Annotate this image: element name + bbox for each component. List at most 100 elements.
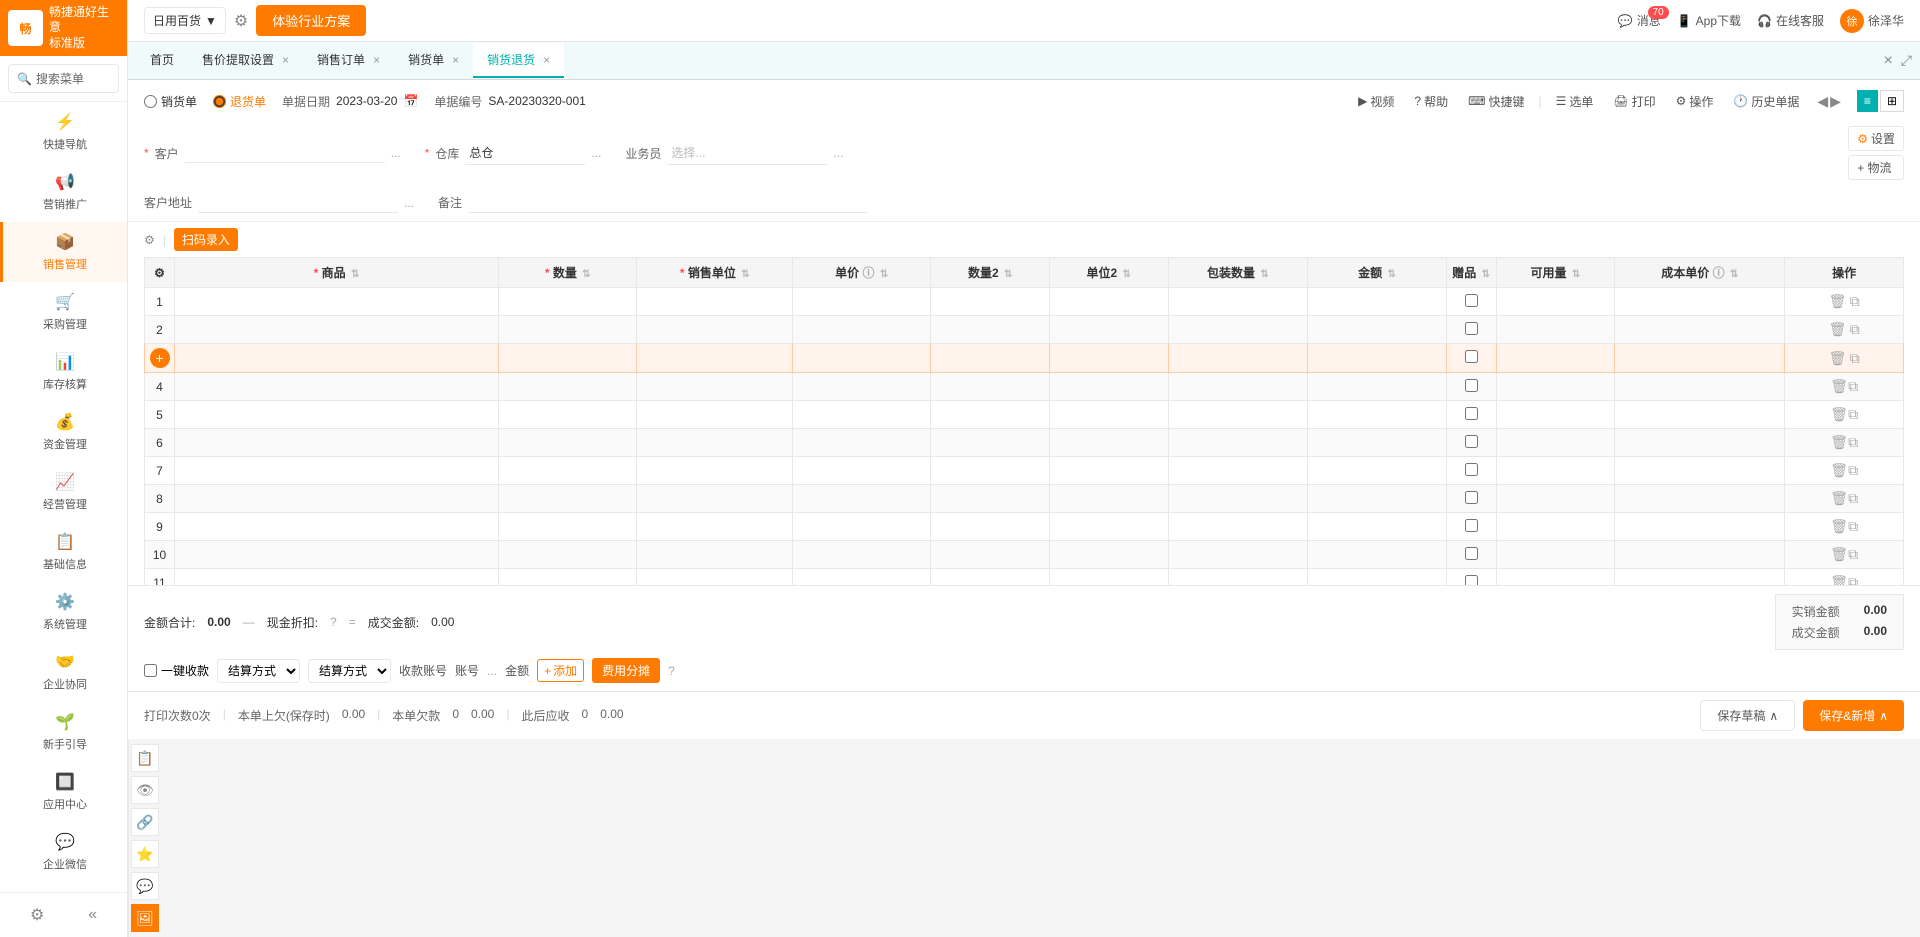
row-unit-1[interactable] — [637, 288, 793, 316]
right-panel-btn-2[interactable]: 👁 — [131, 776, 159, 804]
copy-row-6[interactable]: ⧉ — [1848, 434, 1858, 450]
tab-sales-delivery[interactable]: 销货单 × — [394, 43, 473, 78]
settlement-method-select[interactable]: 结算方式 — [217, 659, 300, 683]
tab-sales-order[interactable]: 销售订单 × — [303, 43, 394, 78]
sidebar-item-app-center[interactable]: 🔲 应用中心 — [0, 762, 127, 822]
row-pkg-1[interactable] — [1168, 288, 1308, 316]
gift-checkbox-3[interactable] — [1465, 350, 1478, 363]
trial-plan-button[interactable]: 体验行业方案 — [256, 5, 366, 36]
settings-button[interactable]: ⚙ 设置 — [1848, 126, 1904, 151]
product-input-3[interactable] — [179, 351, 494, 365]
row-unit2-1[interactable] — [1049, 288, 1168, 316]
copy-row-11[interactable]: ⧉ — [1848, 574, 1858, 585]
sort-cost-icon[interactable]: ⇅ — [1730, 269, 1738, 280]
close-window-icon[interactable]: × — [1883, 52, 1892, 70]
customer-input[interactable] — [185, 143, 385, 163]
right-panel-btn-3[interactable]: 🔗 — [131, 808, 159, 836]
tab-close-sales-order[interactable]: × — [373, 53, 380, 67]
salesperson-input[interactable]: 选择... — [667, 141, 827, 165]
right-panel-btn-4[interactable]: ⭐ — [131, 840, 159, 868]
grid-view-button[interactable]: ⊞ — [1880, 90, 1904, 112]
copy-row-5[interactable]: ⧉ — [1848, 406, 1858, 422]
tab-close-sales-delivery[interactable]: × — [452, 53, 459, 67]
row-pkg-2[interactable] — [1168, 316, 1308, 344]
sidebar-item-finance[interactable]: 💰 资金管理 — [0, 402, 127, 462]
expand-icon[interactable]: ⤢ — [1901, 52, 1912, 69]
delete-row-8[interactable]: 🗑 — [1830, 490, 1848, 506]
row-qty-1[interactable] — [499, 288, 637, 316]
row-product-4[interactable] — [175, 373, 499, 401]
sidebar-item-member[interactable]: 👑 畅会员 — [0, 882, 127, 892]
row-qty-2[interactable] — [499, 316, 637, 344]
sidebar-item-enterprise[interactable]: 🤝 企业协同 — [0, 642, 127, 702]
delete-row-1[interactable]: 🗑 — [1829, 293, 1847, 309]
row-gift-3[interactable] — [1446, 344, 1496, 373]
row-product-1[interactable] — [175, 288, 499, 316]
sidebar-item-operations[interactable]: 📈 经营管理 — [0, 462, 127, 522]
sidebar-item-sales[interactable]: 📦 销售管理 — [0, 222, 127, 282]
online-service-button[interactable]: 🎧 在线客服 — [1757, 12, 1824, 29]
delete-row-5[interactable]: 🗑 — [1830, 406, 1848, 422]
radio-return[interactable]: 退货单 — [213, 93, 266, 110]
save-draft-button[interactable]: 保存草稿 ∧ — [1700, 700, 1795, 731]
copy-row-3[interactable]: ⧉ — [1850, 350, 1860, 366]
right-panel-btn-6[interactable]: 🖼 — [131, 904, 159, 932]
row-avail-1[interactable] — [1496, 288, 1615, 316]
calendar-icon[interactable]: 📅 — [403, 94, 418, 108]
row-price-2[interactable] — [793, 316, 931, 344]
row-amount-1[interactable] — [1308, 288, 1446, 316]
copy-row-10[interactable]: ⧉ — [1848, 546, 1858, 562]
sort-pkg-icon[interactable]: ⇅ — [1260, 269, 1268, 280]
row-cost-2[interactable] — [1615, 316, 1785, 344]
delete-row-11[interactable]: 🗑 — [1830, 574, 1848, 585]
list-view-button[interactable]: ≡ — [1857, 90, 1878, 112]
row-amount-2[interactable] — [1308, 316, 1446, 344]
address-input[interactable] — [198, 193, 398, 213]
sidebar-item-newbie[interactable]: 🌱 新手引导 — [0, 702, 127, 762]
delete-row-7[interactable]: 🗑 — [1830, 462, 1848, 478]
row-unit2-2[interactable] — [1049, 316, 1168, 344]
sort-avail-icon[interactable]: ⇅ — [1572, 269, 1580, 280]
operate-button[interactable]: ⚙ 操作 — [1670, 91, 1720, 112]
sort-qty2-icon[interactable]: ⇅ — [1004, 269, 1012, 280]
fee-split-button[interactable]: 费用分摊 — [592, 658, 660, 683]
sidebar-item-purchase[interactable]: 🛒 采购管理 — [0, 282, 127, 342]
row-qty2-1[interactable] — [931, 288, 1050, 316]
history-button[interactable]: 🕐 历史单据 — [1727, 91, 1805, 112]
copy-row-7[interactable]: ⧉ — [1848, 462, 1858, 478]
right-panel-btn-5[interactable]: 💬 — [131, 872, 159, 900]
row-gift-1[interactable] — [1446, 288, 1496, 316]
row-amount-3[interactable] — [1308, 344, 1446, 373]
tab-home[interactable]: 首页 — [136, 43, 188, 78]
tab-price-settings[interactable]: 售价提取设置 × — [188, 43, 303, 78]
row-price-1[interactable] — [793, 288, 931, 316]
shortcut-button[interactable]: ⌨ 快捷键 — [1462, 91, 1530, 112]
add-logistics-button[interactable]: + 物流 — [1848, 155, 1904, 180]
row-qty2-2[interactable] — [931, 316, 1050, 344]
row-cost-3[interactable] — [1615, 344, 1785, 373]
scan-button[interactable]: 扫码录入 — [174, 228, 238, 251]
help-button[interactable]: ? 帮助 — [1408, 91, 1454, 112]
next-arrow[interactable]: ▶ — [1830, 93, 1841, 110]
delete-row-9[interactable]: 🗑 — [1830, 518, 1848, 534]
row-unit-3[interactable] — [637, 344, 793, 373]
warehouse-dots[interactable]: ... — [591, 146, 601, 160]
row-cost-1[interactable] — [1615, 288, 1785, 316]
sidebar-item-basic-info[interactable]: 📋 基础信息 — [0, 522, 127, 582]
topbar-gear-icon[interactable]: ⚙ — [234, 11, 248, 31]
tab-close-sales-return[interactable]: × — [543, 53, 550, 67]
sidebar-item-system[interactable]: ⚙️ 系统管理 — [0, 582, 127, 642]
sidebar-item-marketing[interactable]: 📢 营销推广 — [0, 162, 127, 222]
add-row-button[interactable]: + — [150, 348, 170, 368]
delete-row-4[interactable]: 🗑 — [1830, 378, 1848, 394]
app-download-button[interactable]: 📱 App下载 — [1677, 12, 1741, 29]
prev-arrow[interactable]: ◀ — [1817, 93, 1828, 110]
sort-unit2-icon[interactable]: ⇅ — [1123, 269, 1131, 280]
sort-qty-icon[interactable]: ⇅ — [582, 269, 590, 280]
row-product-3[interactable] — [175, 344, 499, 373]
sort-gift-icon[interactable]: ⇅ — [1482, 269, 1490, 280]
remark-input[interactable] — [468, 192, 868, 213]
row-qty2-3[interactable] — [931, 344, 1050, 373]
sidebar-item-wechat[interactable]: 💬 企业微信 — [0, 822, 127, 882]
tab-sales-return[interactable]: 销货退货 × — [473, 43, 564, 78]
